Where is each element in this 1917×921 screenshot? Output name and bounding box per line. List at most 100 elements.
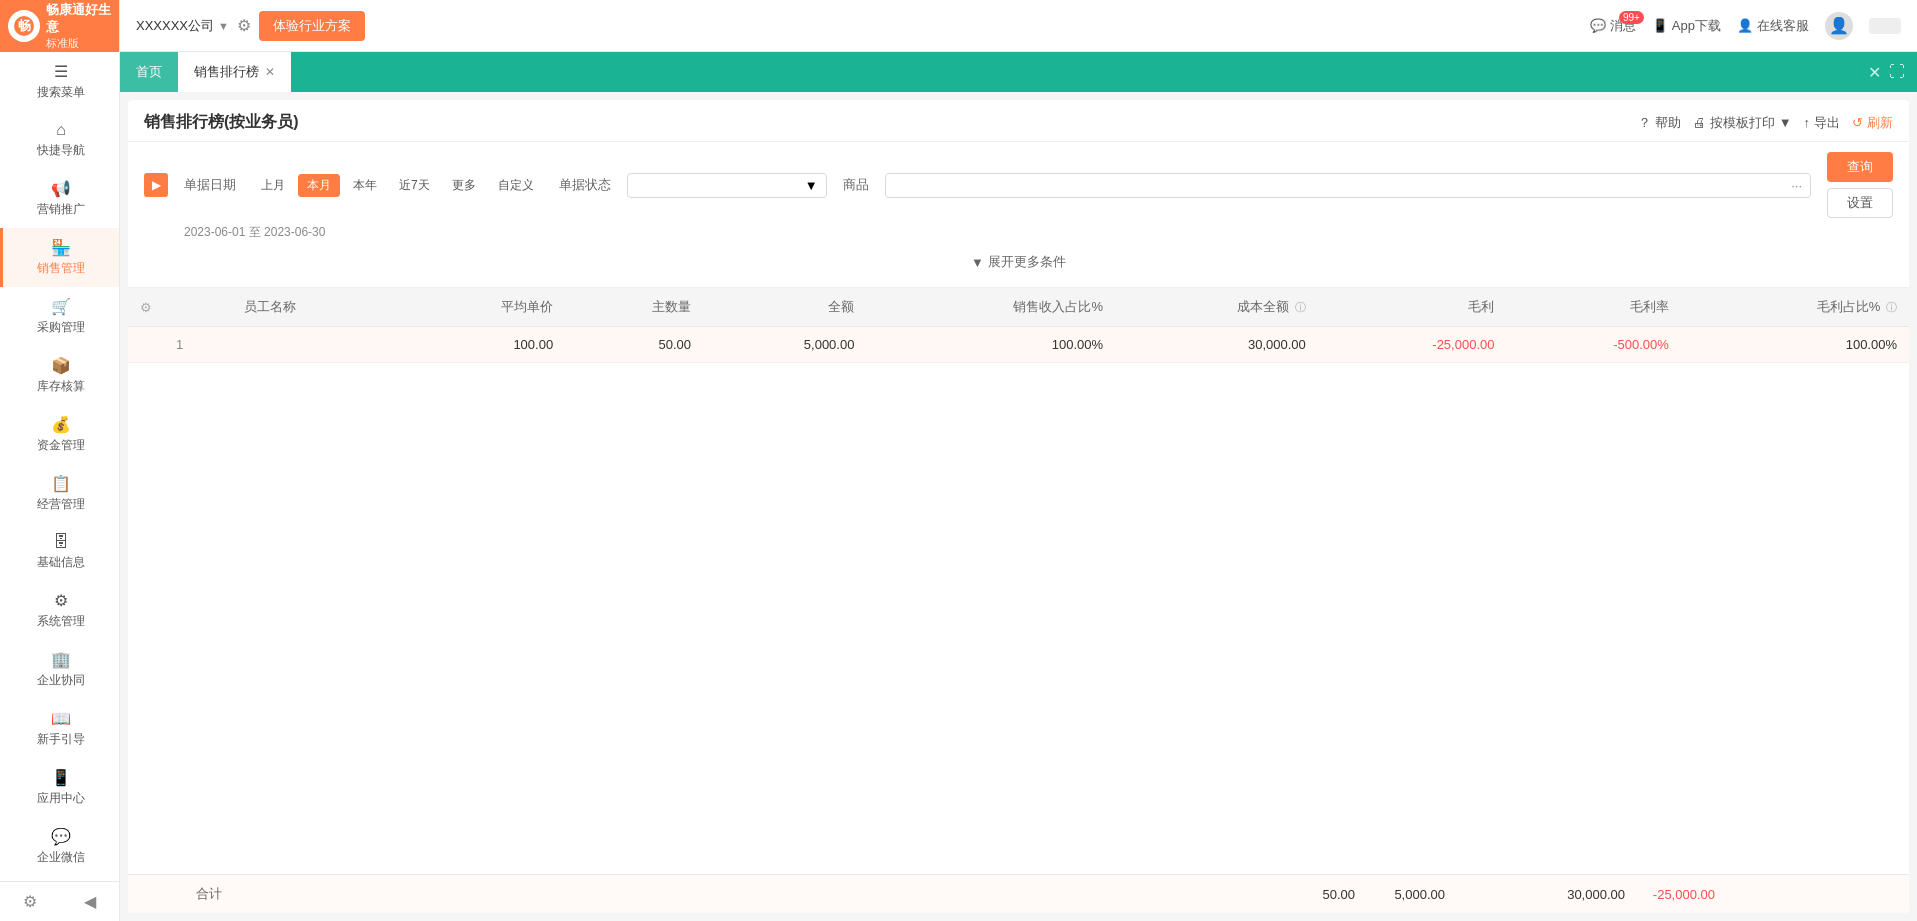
sidebar-icon-quick-nav: ⌂ [56, 121, 66, 139]
row-cost: 30,000.00 [1115, 327, 1318, 363]
sidebar-bottom: ⚙ ◀ [0, 881, 119, 921]
status-select[interactable]: ▼ [627, 173, 827, 198]
sidebar-icon-operation: 📋 [51, 474, 71, 493]
action-buttons: 查询 设置 [1827, 152, 1893, 218]
sidebar-icon-sales: 🏪 [51, 238, 71, 257]
sidebar-icon-finance: 💰 [51, 415, 71, 434]
company-name: XXXXXX公司 [136, 17, 214, 35]
sales-rank-tab-label: 销售排行榜 [194, 63, 259, 81]
sidebar-icon-marketing: 📢 [51, 179, 71, 198]
sidebar-label-sales: 销售管理 [37, 260, 85, 277]
sidebar-label-system: 系统管理 [37, 613, 85, 630]
sidebar-label-operation: 经营管理 [37, 496, 85, 513]
profit-pct-info-icon[interactable]: ⓘ [1886, 301, 1897, 313]
logo-text: 畅康通好生意 标准版 [46, 2, 111, 50]
status-dropdown-icon: ▼ [805, 178, 818, 193]
sidebar-icon-purchase: 🛒 [51, 297, 71, 316]
company-selector[interactable]: XXXXXX公司 ▼ [136, 17, 229, 35]
footer-label: 合计 [196, 885, 296, 903]
row-name [232, 327, 398, 363]
app-download-group[interactable]: 📱 App下载 [1652, 17, 1721, 35]
tab-sales-rank[interactable]: 销售排行榜 ✕ [178, 52, 291, 92]
date-tab-7days[interactable]: 近7天 [390, 174, 439, 197]
sidebar-item-marketing[interactable]: 📢 营销推广 [0, 169, 119, 228]
filter-expand-arrow[interactable]: ▶ [144, 173, 168, 197]
data-table: ⚙ 员工名称 平均单价 主数量 全额 销售收入占比% 成本全额 ⓘ 毛利 毛利率… [128, 288, 1909, 363]
date-tab-more[interactable]: 更多 [443, 174, 485, 197]
avatar[interactable]: 👤 [1825, 12, 1853, 40]
refresh-button[interactable]: ↺ 刷新 [1852, 114, 1893, 132]
query-button[interactable]: 查询 [1827, 152, 1893, 182]
home-tab-label: 首页 [136, 63, 162, 81]
top-header: XXXXXX公司 ▼ ⚙ 体验行业方案 💬 消息 99+ 📱 App下载 👤 在… [120, 0, 1917, 52]
footer-row: 合计 50.00 5,000.00 30,000.00 -25,000.00 [140, 885, 1897, 903]
sidebar-label-wechat: 企业微信 [37, 849, 85, 866]
settings-small-button[interactable]: 设置 [1827, 188, 1893, 218]
svg-text:畅: 畅 [18, 18, 31, 33]
page-actions: ？ 帮助 🖨 按模板打印 ▼ ↑ 导出 ↺ 刷新 [1638, 114, 1893, 132]
col-sales-pct: 销售收入占比% [866, 288, 1115, 327]
sidebar-item-operation[interactable]: 📋 经营管理 [0, 464, 119, 523]
sidebar-label-finance: 资金管理 [37, 437, 85, 454]
col-qty: 主数量 [565, 288, 703, 327]
sidebar-item-guide[interactable]: 📖 新手引导 [0, 699, 119, 758]
collapse-icon[interactable]: ◀ [84, 892, 96, 911]
sidebar-item-enterprise[interactable]: 🏢 企业协同 [0, 640, 119, 699]
sidebar-nav: ☰ 搜索菜单 ⌂ 快捷导航 📢 营销推广 🏪 销售管理 🛒 采购管理 📦 库存核… [0, 52, 119, 881]
sidebar-item-wechat[interactable]: 💬 企业微信 [0, 817, 119, 876]
sidebar-label-enterprise: 企业协同 [37, 672, 85, 689]
date-tab-current-year[interactable]: 本年 [344, 174, 386, 197]
tab-controls: ✕ ⛶ [1856, 63, 1917, 82]
sidebar-item-search-order[interactable]: ☰ 搜索菜单 [0, 52, 119, 111]
tab-close-window-icon[interactable]: ✕ [1868, 63, 1881, 82]
export-button[interactable]: ↑ 导出 [1804, 114, 1841, 132]
page-title: 销售排行榜(按业务员) [144, 112, 299, 133]
template-print-button[interactable]: 🖨 按模板打印 ▼ [1693, 114, 1792, 132]
expand-more-button[interactable]: ▼ 展开更多条件 [965, 247, 1072, 277]
tab-close-icon[interactable]: ✕ [265, 65, 275, 79]
header-right: 💬 消息 99+ 📱 App下载 👤 在线客服 👤 [1590, 12, 1901, 40]
tab-expand-icon[interactable]: ⛶ [1889, 63, 1905, 81]
sidebar-label-quick-nav: 快捷导航 [37, 142, 85, 159]
sidebar-item-quick-nav[interactable]: ⌂ 快捷导航 [0, 111, 119, 169]
date-tab-custom[interactable]: 自定义 [489, 174, 543, 197]
col-settings[interactable]: ⚙ [128, 288, 164, 327]
col-settings-icon: ⚙ [140, 300, 152, 315]
col-cost: 成本全额 ⓘ [1115, 288, 1318, 327]
goods-select[interactable]: ··· [885, 173, 1811, 198]
date-tab-prev-month[interactable]: 上月 [252, 174, 294, 197]
sidebar-item-finance[interactable]: 💰 资金管理 [0, 405, 119, 464]
sidebar-item-inventory[interactable]: 📦 库存核算 [0, 346, 119, 405]
app-icon: 📱 [1652, 18, 1668, 33]
table-header-row: ⚙ 员工名称 平均单价 主数量 全额 销售收入占比% 成本全额 ⓘ 毛利 毛利率… [128, 288, 1909, 327]
print-dropdown-icon: ▼ [1779, 115, 1792, 130]
sidebar-item-basic-info[interactable]: 🗄 基础信息 [0, 523, 119, 581]
tab-home[interactable]: 首页 [120, 52, 178, 92]
goods-more-icon: ··· [1791, 178, 1802, 193]
col-amount: 全额 [703, 288, 866, 327]
settings-bottom-icon[interactable]: ⚙ [23, 892, 37, 911]
company-dropdown-icon: ▼ [218, 20, 229, 32]
cost-info-icon[interactable]: ⓘ [1295, 301, 1306, 313]
col-profit: 毛利 [1318, 288, 1507, 327]
sidebar-item-app-center[interactable]: 📱 应用中心 [0, 758, 119, 817]
trial-button[interactable]: 体验行业方案 [259, 11, 365, 41]
row-profit-pct: 100.00% [1681, 327, 1909, 363]
print-icon: 🖨 [1693, 115, 1706, 130]
help-button[interactable]: ？ 帮助 [1638, 114, 1681, 132]
goods-label: 商品 [843, 176, 869, 194]
footer-cost: 30,000.00 [1547, 887, 1637, 902]
sidebar-item-system[interactable]: ⚙ 系统管理 [0, 581, 119, 640]
header-settings-icon[interactable]: ⚙ [237, 16, 251, 35]
sidebar-item-purchase[interactable]: 🛒 采购管理 [0, 287, 119, 346]
date-tabs: 上月 本月 本年 近7天 更多 自定义 [252, 174, 543, 197]
sidebar-item-sales[interactable]: 🏪 销售管理 [0, 228, 119, 287]
message-icon: 💬 [1590, 18, 1606, 33]
online-support-group[interactable]: 👤 在线客服 [1737, 17, 1809, 35]
row-profit: -25,000.00 [1318, 327, 1507, 363]
date-tab-current-month[interactable]: 本月 [298, 174, 340, 197]
table-footer: 合计 50.00 5,000.00 30,000.00 -25,000.00 [128, 874, 1909, 913]
table-row: 1 100.00 50.00 5,000.00 100.00% 30,000.0… [128, 327, 1909, 363]
message-group[interactable]: 💬 消息 99+ [1590, 17, 1636, 35]
row-avg-price: 100.00 [399, 327, 565, 363]
